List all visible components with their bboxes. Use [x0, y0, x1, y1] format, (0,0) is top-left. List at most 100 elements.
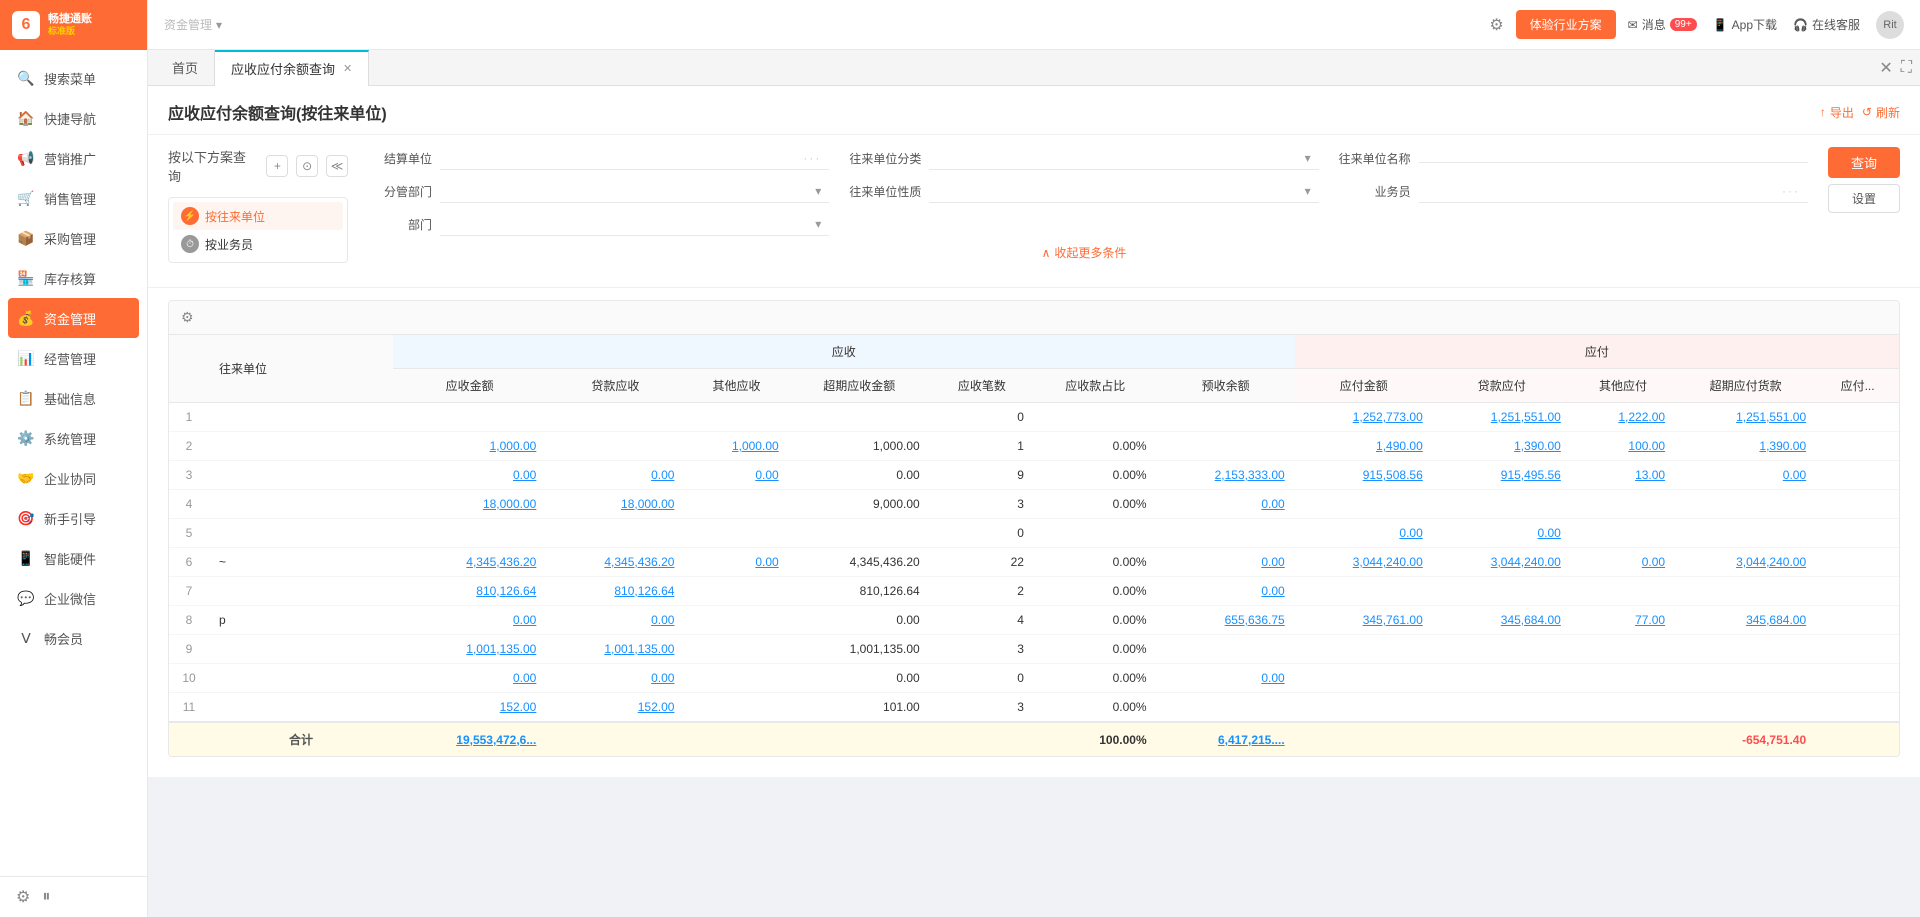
row-cell[interactable]: 0.00 [684, 548, 788, 577]
row-cell[interactable] [546, 519, 684, 548]
tab-receivable[interactable]: 应收应付余额查询 ✕ [215, 50, 369, 86]
add-filter-button[interactable]: + [266, 155, 288, 177]
row-cell[interactable]: 1,001,135.00 [546, 635, 684, 664]
sidebar-item-system[interactable]: ⚙️ 系统管理 [0, 418, 147, 458]
row-cell[interactable] [1433, 490, 1571, 519]
row-cell[interactable]: 0.00 [1157, 548, 1295, 577]
row-cell[interactable]: 4,345,436.20 [393, 548, 546, 577]
settings-button[interactable]: 设置 [1828, 184, 1900, 213]
sidebar-item-basic-info[interactable]: 📋 基础信息 [0, 378, 147, 418]
row-cell[interactable]: 0.00 [1157, 577, 1295, 606]
row-cell[interactable]: 0.00 [546, 461, 684, 490]
row-cell[interactable]: 18,000.00 [546, 490, 684, 519]
row-cell[interactable]: 0.00 [1295, 519, 1433, 548]
row-cell[interactable]: 2,153,333.00 [1157, 461, 1295, 490]
row-cell[interactable] [393, 403, 546, 432]
window-maximize-icon[interactable]: ⛶ [1901, 59, 1912, 77]
row-cell[interactable] [684, 403, 788, 432]
sidebar-item-hardware[interactable]: 📱 智能硬件 [0, 538, 147, 578]
row-cell[interactable]: 345,684.00 [1433, 606, 1571, 635]
window-minimize-icon[interactable]: ✕ [1879, 58, 1892, 78]
row-cell[interactable]: 1,490.00 [1295, 432, 1433, 461]
row-cell[interactable] [1675, 519, 1816, 548]
row-cell[interactable]: 13.00 [1571, 461, 1675, 490]
unit-category-input[interactable]: ▾ [929, 147, 1318, 170]
row-cell[interactable]: 1,222.00 [1571, 403, 1675, 432]
row-cell[interactable] [1571, 635, 1675, 664]
sidebar-item-operations[interactable]: 📊 经营管理 [0, 338, 147, 378]
row-cell[interactable]: 3,044,240.00 [1433, 548, 1571, 577]
sidebar-item-guide[interactable]: 🎯 新手引导 [0, 498, 147, 538]
row-cell[interactable]: 1,000.00 [393, 432, 546, 461]
user-avatar[interactable]: Rit [1876, 11, 1904, 39]
row-cell[interactable]: 0.00 [546, 664, 684, 693]
row-cell[interactable] [1295, 693, 1433, 723]
footer-advance-balance[interactable]: 6,417,215.... [1157, 722, 1295, 756]
row-cell[interactable]: 345,761.00 [1295, 606, 1433, 635]
row-cell[interactable]: 915,508.56 [1295, 461, 1433, 490]
sidebar-item-enterprise[interactable]: 🤝 企业协同 [0, 458, 147, 498]
row-cell[interactable]: 4,345,436.20 [546, 548, 684, 577]
row-cell[interactable] [684, 577, 788, 606]
row-cell[interactable] [1675, 693, 1816, 723]
app-download-btn[interactable]: 📱 App下载 [1713, 16, 1777, 33]
settlement-unit-input[interactable]: ··· [440, 147, 829, 170]
sidebar-item-purchase[interactable]: 📦 采购管理 [0, 218, 147, 258]
online-service-btn[interactable]: 🎧 在线客服 [1793, 16, 1860, 33]
sidebar-item-inventory[interactable]: 🏪 库存核算 [0, 258, 147, 298]
row-cell[interactable] [1675, 635, 1816, 664]
filter-collapse-button[interactable]: ∧ 收起更多条件 [360, 236, 1808, 269]
sidebar-item-wechat[interactable]: 💬 企业微信 [0, 578, 147, 618]
row-cell[interactable]: 0.00 [1157, 664, 1295, 693]
row-cell[interactable] [1675, 664, 1816, 693]
sidebar-item-marketing[interactable]: 📢 营销推广 [0, 138, 147, 178]
tab-home[interactable]: 首页 [156, 50, 215, 86]
managing-dept-input[interactable]: ▾ [440, 180, 829, 203]
sidebar-item-finance[interactable]: 💰 资金管理 [8, 298, 139, 338]
sidebar-item-quick-nav[interactable]: 🏠 快捷导航 [0, 98, 147, 138]
dept-input[interactable]: ▾ [440, 213, 829, 236]
row-cell[interactable]: 0.00 [1571, 548, 1675, 577]
row-cell[interactable]: 100.00 [1571, 432, 1675, 461]
row-cell[interactable]: 1,251,551.00 [1433, 403, 1571, 432]
row-cell[interactable]: 345,684.00 [1675, 606, 1816, 635]
row-cell[interactable]: 3,044,240.00 [1295, 548, 1433, 577]
row-cell[interactable] [684, 519, 788, 548]
row-cell[interactable] [1433, 664, 1571, 693]
row-cell[interactable]: 810,126.64 [393, 577, 546, 606]
row-cell[interactable] [1571, 490, 1675, 519]
row-cell[interactable] [684, 490, 788, 519]
footer-receivable-amount[interactable]: 19,553,472,6... [393, 722, 546, 756]
row-cell[interactable] [1157, 635, 1295, 664]
row-cell[interactable] [1675, 577, 1816, 606]
row-cell[interactable] [1295, 635, 1433, 664]
row-cell[interactable] [1157, 432, 1295, 461]
row-cell[interactable] [684, 664, 788, 693]
row-cell[interactable] [546, 403, 684, 432]
row-cell[interactable]: 0.00 [1157, 490, 1295, 519]
row-cell[interactable]: 0.00 [1675, 461, 1816, 490]
row-cell[interactable]: 1,252,773.00 [1295, 403, 1433, 432]
row-cell[interactable]: 1,251,551.00 [1675, 403, 1816, 432]
sidebar-item-search[interactable]: 🔍 搜索菜单 [0, 58, 147, 98]
row-cell[interactable]: 1,001,135.00 [393, 635, 546, 664]
table-settings-icon[interactable]: ⚙ [181, 309, 194, 326]
row-cell[interactable] [546, 432, 684, 461]
row-cell[interactable]: 810,126.64 [546, 577, 684, 606]
row-cell[interactable] [1157, 519, 1295, 548]
row-cell[interactable] [1433, 693, 1571, 723]
row-cell[interactable]: 1,000.00 [684, 432, 788, 461]
refresh-button[interactable]: ↺ 刷新 [1862, 104, 1900, 121]
row-cell[interactable] [1571, 577, 1675, 606]
row-cell[interactable]: 1,390.00 [1675, 432, 1816, 461]
row-cell[interactable]: 1,390.00 [1433, 432, 1571, 461]
row-cell[interactable] [684, 606, 788, 635]
filter-nav-item-by-unit[interactable]: ⚡ 按往来单位 [173, 202, 343, 230]
row-cell[interactable] [393, 519, 546, 548]
row-cell[interactable] [684, 693, 788, 723]
row-cell[interactable]: 77.00 [1571, 606, 1675, 635]
tab-close-icon[interactable]: ✕ [343, 62, 352, 75]
unit-nature-input[interactable]: ▾ [929, 180, 1318, 203]
messages-btn[interactable]: ✉ 消息 99+ [1628, 16, 1697, 33]
row-cell[interactable] [1295, 664, 1433, 693]
